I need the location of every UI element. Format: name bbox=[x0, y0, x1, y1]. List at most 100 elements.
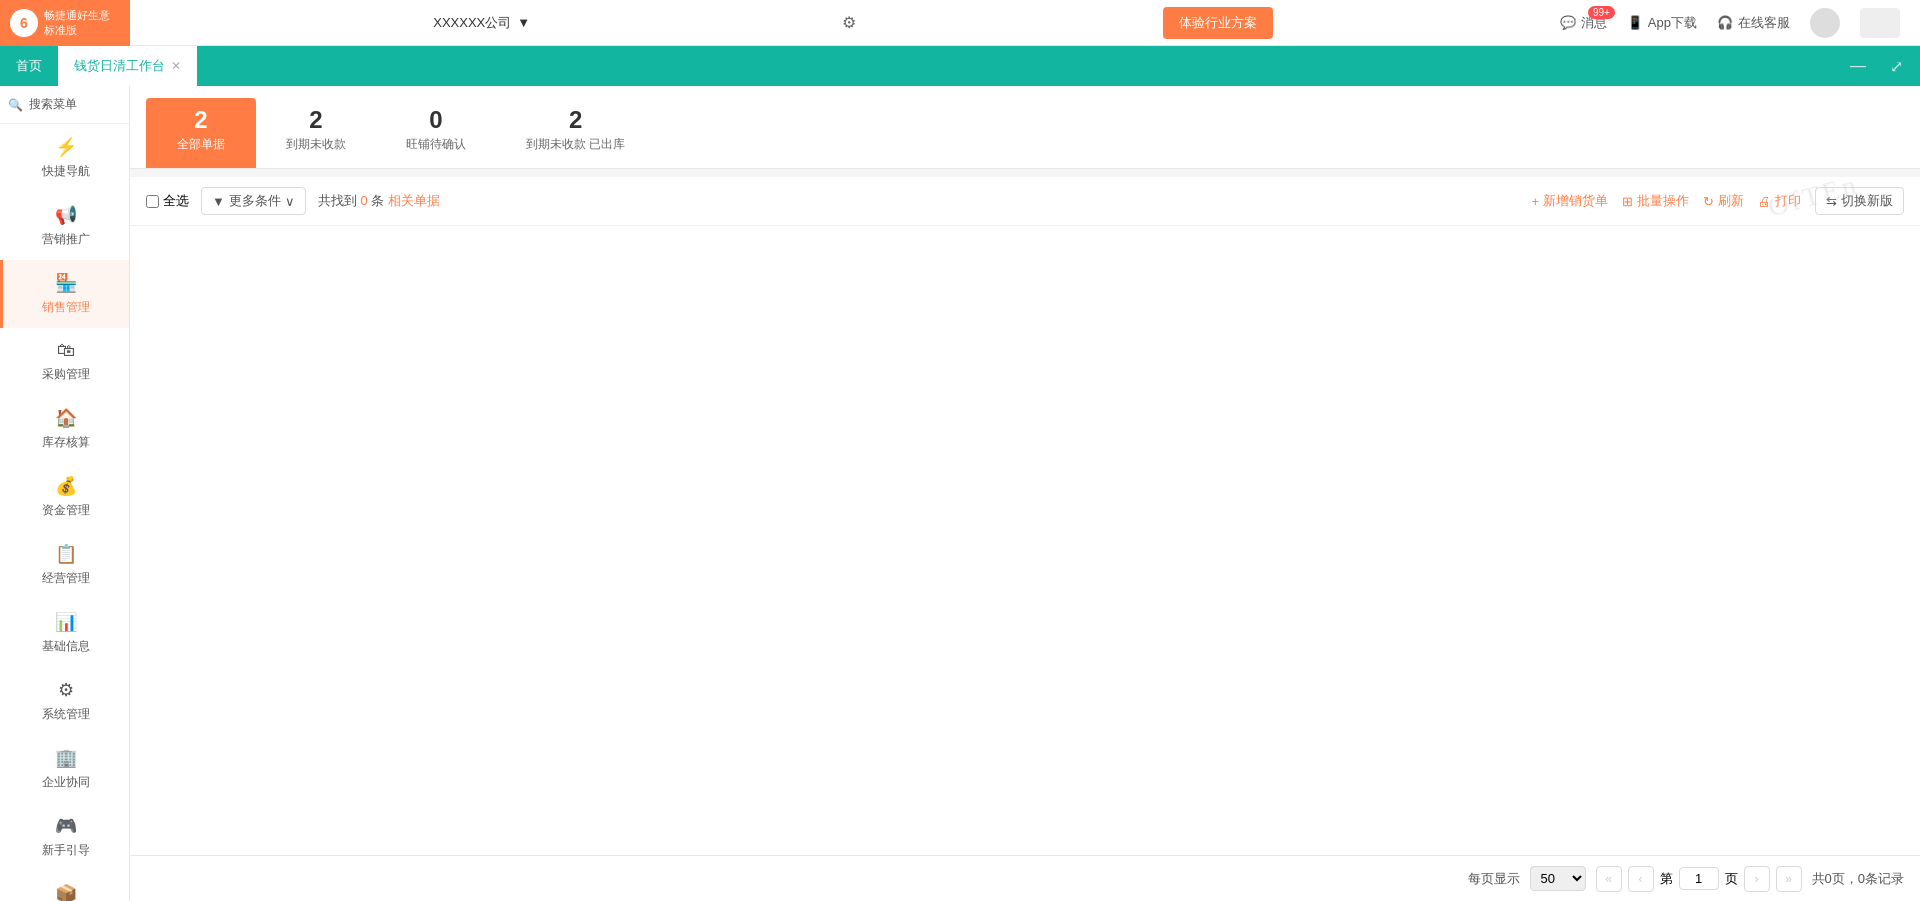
inventory-icon: 🏠 bbox=[55, 407, 77, 429]
stat-num-wangpu: 0 bbox=[429, 106, 442, 134]
switch-label: 切换新版 bbox=[1841, 192, 1893, 210]
sidebar-item-finance[interactable]: 💰 资金管理 bbox=[0, 463, 129, 531]
sidebar-item-sales[interactable]: 🏪 销售管理 bbox=[0, 260, 129, 328]
page-next-btn[interactable]: › bbox=[1744, 866, 1770, 892]
found-link[interactable]: 相关单据 bbox=[388, 193, 440, 208]
sidebar-item-appcenter[interactable]: 📦 应用中心 bbox=[0, 871, 129, 901]
basicinfo-icon: 📊 bbox=[55, 611, 77, 633]
sidebar-item-label: 系统管理 bbox=[42, 706, 90, 723]
system-icon: ⚙ bbox=[58, 679, 74, 701]
per-page-select[interactable]: 50 100 200 bbox=[1530, 866, 1586, 891]
pagination-bar: 每页显示 50 100 200 « ‹ 第 页 › » 共0页，0条记录 bbox=[130, 855, 1920, 901]
page-prev-btn[interactable]: ‹ bbox=[1628, 866, 1654, 892]
stat-num-overdue: 2 bbox=[309, 106, 322, 134]
stat-label-all: 全部单据 bbox=[177, 136, 225, 153]
app-download-label: App下载 bbox=[1648, 14, 1697, 32]
batch-btn[interactable]: ⊞ 批量操作 bbox=[1622, 192, 1689, 210]
sidebar-item-label: 基础信息 bbox=[42, 638, 90, 655]
toolbar-right: + 新增销货单 ⊞ 批量操作 ↻ 刷新 🖨 打印 ⇆ 切换新版 bbox=[1531, 187, 1904, 215]
tab-home[interactable]: 首页 bbox=[0, 46, 58, 86]
page-input[interactable] bbox=[1679, 867, 1719, 890]
filter-arrow-icon: ∨ bbox=[285, 194, 295, 209]
print-icon: 🖨 bbox=[1758, 194, 1771, 209]
stat-tab-wangpu[interactable]: 0 旺铺待确认 bbox=[376, 98, 496, 168]
sidebar: 🔍 搜索菜单 ⚡ 快捷导航 📢 营销推广 🏪 销售管理 🛍 采购管理 🏠 库存核… bbox=[0, 86, 130, 901]
top-header: 6 畅捷通好生意 标准版 XXXXXX公司 ▼ ⚙ 体验行业方案 💬 消息 99… bbox=[0, 0, 1920, 46]
tab-close-icon[interactable]: ✕ bbox=[171, 59, 181, 73]
sidebar-search[interactable]: 🔍 搜索菜单 bbox=[0, 86, 129, 124]
sidebar-item-basicinfo[interactable]: 📊 基础信息 bbox=[0, 599, 129, 667]
tab-minimize-icon[interactable]: — bbox=[1844, 52, 1872, 80]
page-label: 第 bbox=[1660, 870, 1673, 888]
batch-icon: ⊞ bbox=[1622, 194, 1633, 209]
refresh-btn[interactable]: ↻ 刷新 bbox=[1703, 192, 1744, 210]
tab-workbench-label: 钱货日清工作台 bbox=[74, 57, 165, 75]
appcenter-icon: 📦 bbox=[55, 883, 77, 901]
stat-num-all: 2 bbox=[194, 106, 207, 134]
stat-tab-overdue-shipped[interactable]: 2 到期未收款 已出库 bbox=[496, 98, 655, 168]
stat-label-wangpu: 旺铺待确认 bbox=[406, 136, 466, 153]
select-all-input[interactable] bbox=[146, 195, 159, 208]
sidebar-item-operations[interactable]: 📋 经营管理 bbox=[0, 531, 129, 599]
newbee-icon: 🎮 bbox=[55, 815, 77, 837]
stat-label-overdue-shipped: 到期未收款 已出库 bbox=[526, 136, 625, 153]
marketing-icon: 📢 bbox=[55, 204, 77, 226]
search-label: 搜索菜单 bbox=[29, 96, 77, 113]
add-icon: + bbox=[1531, 194, 1539, 209]
tab-workbench[interactable]: 钱货日清工作台 ✕ bbox=[58, 46, 197, 86]
table-area bbox=[130, 226, 1920, 855]
page-first-btn[interactable]: « bbox=[1596, 866, 1622, 892]
headset-icon: 🎧 bbox=[1717, 15, 1733, 30]
user-name[interactable] bbox=[1860, 8, 1900, 38]
select-all-label: 全选 bbox=[163, 192, 189, 210]
sidebar-item-marketing[interactable]: 📢 营销推广 bbox=[0, 192, 129, 260]
enterprise-icon: 🏢 bbox=[55, 747, 77, 769]
filter-btn[interactable]: ▼ 更多条件 ∨ bbox=[201, 187, 306, 215]
refresh-label: 刷新 bbox=[1718, 192, 1744, 210]
company-selector[interactable]: XXXXXX公司 ▼ bbox=[417, 14, 546, 32]
sidebar-item-label: 经营管理 bbox=[42, 570, 90, 587]
settings-icon[interactable]: ⚙ bbox=[833, 7, 865, 39]
sidebar-item-label: 企业协同 bbox=[42, 774, 90, 791]
company-name: XXXXXX公司 bbox=[433, 14, 511, 32]
online-service-btn[interactable]: 🎧 在线客服 bbox=[1717, 14, 1790, 32]
stat-tab-overdue[interactable]: 2 到期未收款 bbox=[256, 98, 376, 168]
print-btn[interactable]: 🖨 打印 bbox=[1758, 192, 1801, 210]
quicknav-icon: ⚡ bbox=[55, 136, 77, 158]
stat-tab-all[interactable]: 2 全部单据 bbox=[146, 98, 256, 168]
filter-icon: ▼ bbox=[212, 194, 225, 209]
sidebar-item-inventory[interactable]: 🏠 库存核算 bbox=[0, 395, 129, 463]
logo-area: 6 畅捷通好生意 标准版 bbox=[0, 0, 130, 46]
switch-btn[interactable]: ⇆ 切换新版 bbox=[1815, 187, 1904, 215]
operations-icon: 📋 bbox=[55, 543, 77, 565]
stat-num-overdue-shipped: 2 bbox=[569, 106, 582, 134]
message-icon: 💬 bbox=[1560, 15, 1576, 30]
trial-button[interactable]: 体验行业方案 bbox=[1163, 7, 1273, 39]
phone-icon: 📱 bbox=[1627, 15, 1643, 30]
message-btn[interactable]: 💬 消息 99+ bbox=[1560, 14, 1607, 32]
sidebar-item-label: 营销推广 bbox=[42, 231, 90, 248]
sidebar-item-quicknav[interactable]: ⚡ 快捷导航 bbox=[0, 124, 129, 192]
filter-label: 更多条件 bbox=[229, 192, 281, 210]
content-area: 2 全部单据 2 到期未收款 0 旺铺待确认 2 到期未收款 已出库 bbox=[130, 86, 1920, 901]
add-sales-btn[interactable]: + 新增销货单 bbox=[1531, 192, 1608, 210]
logo-icon: 6 bbox=[10, 9, 38, 37]
stats-bar: 2 全部单据 2 到期未收款 0 旺铺待确认 2 到期未收款 已出库 bbox=[130, 86, 1920, 169]
user-avatar[interactable] bbox=[1810, 8, 1840, 38]
switch-icon: ⇆ bbox=[1826, 194, 1837, 209]
select-all-checkbox[interactable]: 全选 bbox=[146, 192, 189, 210]
sidebar-item-system[interactable]: ⚙ 系统管理 bbox=[0, 667, 129, 735]
online-service-label: 在线客服 bbox=[1738, 14, 1790, 32]
page-last-btn[interactable]: » bbox=[1776, 866, 1802, 892]
app-download-btn[interactable]: 📱 App下载 bbox=[1627, 14, 1697, 32]
page-total: 共0页，0条记录 bbox=[1812, 870, 1904, 888]
sidebar-item-label: 资金管理 bbox=[42, 502, 90, 519]
main-layout: 🔍 搜索菜单 ⚡ 快捷导航 📢 营销推广 🏪 销售管理 🛍 采购管理 🏠 库存核… bbox=[0, 86, 1920, 901]
tab-expand-icon[interactable]: ⤢ bbox=[1882, 52, 1910, 80]
sidebar-item-enterprise[interactable]: 🏢 企业协同 bbox=[0, 735, 129, 803]
tab-home-label: 首页 bbox=[16, 57, 42, 75]
sidebar-item-purchase[interactable]: 🛍 采购管理 bbox=[0, 328, 129, 395]
sidebar-item-newbee[interactable]: 🎮 新手引导 bbox=[0, 803, 129, 871]
stat-label-overdue: 到期未收款 bbox=[286, 136, 346, 153]
add-label: 新增销货单 bbox=[1543, 192, 1608, 210]
